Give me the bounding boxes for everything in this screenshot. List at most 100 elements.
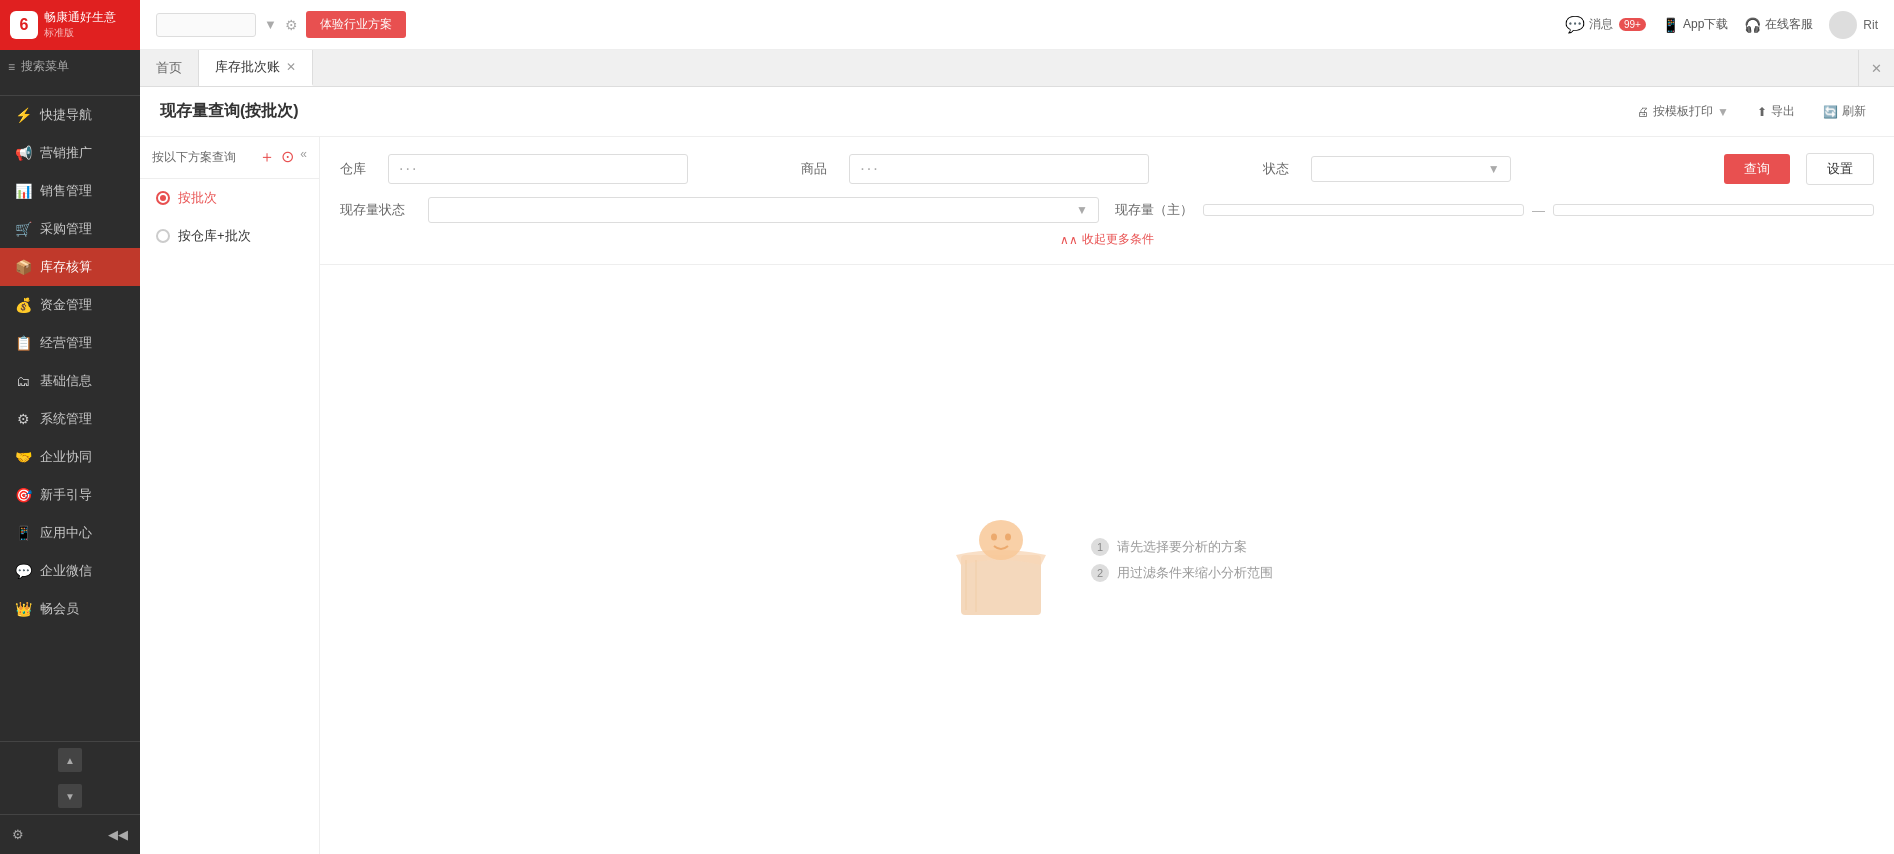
tab-inventory-batch-label: 库存批次账 [215, 58, 280, 76]
inventory-amount-from[interactable] [1203, 204, 1524, 216]
search-row-1: 仓库 ··· 商品 ··· 状态 ▼ [340, 153, 1874, 185]
print-template-button[interactable]: 🖨 按模板打印 ▼ [1629, 99, 1737, 124]
messages-button[interactable]: 💬 消息 99+ [1565, 15, 1646, 34]
sidebar-item-inventory[interactable]: 📦 库存核算 [0, 248, 140, 286]
chevron-down-icon-2: ▼ [1076, 203, 1088, 217]
collapse-conditions-button[interactable]: ∧∧ 收起更多条件 [340, 223, 1874, 248]
sidebar-search-area[interactable]: ≡ 搜索菜单 [0, 50, 140, 96]
search-menu-icon: ≡ [8, 60, 15, 74]
inventory-status-field: 现存量状态 ▼ [340, 197, 1099, 223]
svg-point-2 [991, 533, 997, 540]
sidebar-item-basic[interactable]: 🗂 基础信息 [0, 362, 140, 400]
inventory-amount-to[interactable] [1553, 204, 1874, 216]
settings-scheme-icon[interactable]: ⊙ [281, 147, 294, 168]
query-button[interactable]: 查询 [1724, 154, 1790, 184]
print-template-label: 按模板打印 [1653, 103, 1713, 120]
headset-icon: 🎧 [1744, 17, 1761, 33]
online-service-button[interactable]: 🎧 在线客服 [1744, 16, 1813, 33]
messages-label: 消息 [1589, 16, 1613, 33]
user-profile-button[interactable]: Rit [1829, 11, 1878, 39]
search-area: 仓库 ··· 商品 ··· 状态 ▼ [320, 137, 1894, 265]
scroll-up-btn[interactable]: ▲ [58, 748, 82, 772]
sidebar-item-label: 销售管理 [40, 182, 92, 200]
refresh-button[interactable]: 🔄 刷新 [1815, 99, 1874, 124]
print-dropdown-icon[interactable]: ▼ [1717, 105, 1729, 119]
sidebar-item-business[interactable]: 📋 经营管理 [0, 324, 140, 362]
content-area: 按以下方案查询 ＋ ⊙ « 按批次 按仓库+批次 [140, 137, 1894, 854]
tabs-bar: 首页 库存批次账 ✕ ✕ [140, 50, 1894, 87]
sidebar-item-wechat[interactable]: 💬 企业微信 [0, 552, 140, 590]
sidebar-header: 6 畅康通好生意 标准版 [0, 0, 140, 50]
sidebar-item-finance[interactable]: 💰 资金管理 [0, 286, 140, 324]
sidebar-item-collab[interactable]: 🤝 企业协同 [0, 438, 140, 476]
refresh-icon: 🔄 [1823, 105, 1838, 119]
sidebar-item-system[interactable]: ⚙ 系统管理 [0, 400, 140, 438]
empty-state: 1 请先选择要分析的方案 2 用过滤条件来缩小分析范围 [320, 265, 1894, 854]
warehouse-label: 仓库 [340, 160, 380, 178]
warehouse-input[interactable]: ··· [388, 154, 688, 184]
guide-icon: 🎯 [14, 486, 32, 504]
online-service-label: 在线客服 [1765, 16, 1813, 33]
member-icon: 👑 [14, 600, 32, 618]
header-actions: 🖨 按模板打印 ▼ ⬆ 导出 🔄 刷新 [1629, 99, 1874, 124]
tab-inventory-batch[interactable]: 库存批次账 ✕ [199, 50, 313, 86]
warehouse-dots: ··· [399, 160, 418, 178]
page-title: 现存量查询(按批次) [160, 101, 299, 122]
hint-item-2: 2 用过滤条件来缩小分析范围 [1091, 564, 1273, 582]
add-scheme-icon[interactable]: ＋ [259, 147, 275, 168]
filter-panel: 按以下方案查询 ＋ ⊙ « 按批次 按仓库+批次 [140, 137, 320, 854]
svg-point-1 [979, 520, 1023, 560]
settings-icon[interactable]: ⚙ [8, 823, 28, 846]
system-icon: ⚙ [14, 410, 32, 428]
range-dash: — [1532, 203, 1545, 218]
filter-item-batch[interactable]: 按批次 [140, 179, 319, 217]
sidebar-item-label: 系统管理 [40, 410, 92, 428]
inventory-status-select[interactable]: ▼ [428, 197, 1099, 223]
sidebar-item-guide[interactable]: 🎯 新手引导 [0, 476, 140, 514]
hint-num-2: 2 [1091, 564, 1109, 582]
settings-button[interactable]: 设置 [1806, 153, 1874, 185]
tab-home-label: 首页 [156, 59, 182, 77]
sidebar-item-label: 采购管理 [40, 220, 92, 238]
export-button[interactable]: ⬆ 导出 [1749, 99, 1803, 124]
warehouse-field: 仓库 ··· [340, 154, 785, 184]
empty-svg [941, 510, 1061, 620]
sidebar-item-quick-nav[interactable]: ⚡ 快捷导航 [0, 96, 140, 134]
product-label: 商品 [801, 160, 841, 178]
hint-text-2: 用过滤条件来缩小分析范围 [1117, 564, 1273, 582]
sidebar-item-purchase[interactable]: 🛒 采购管理 [0, 210, 140, 248]
sidebar-item-sales[interactable]: 📊 销售管理 [0, 172, 140, 210]
filter-item-warehouse-batch[interactable]: 按仓库+批次 [140, 217, 319, 255]
user-name: Rit [1863, 18, 1878, 32]
apps-icon: 📱 [14, 524, 32, 542]
sidebar-item-apps[interactable]: 📱 应用中心 [0, 514, 140, 552]
tab-home[interactable]: 首页 [140, 50, 199, 86]
sidebar-item-label: 应用中心 [40, 524, 92, 542]
sidebar-collapse-icon[interactable]: ◀◀ [104, 823, 132, 846]
sidebar-item-member[interactable]: 👑 畅会员 [0, 590, 140, 628]
topbar-dropdown-icon[interactable]: ▼ [264, 17, 277, 32]
hint-text-1: 请先选择要分析的方案 [1117, 538, 1247, 556]
app-download-button[interactable]: 📱 App下载 [1662, 16, 1728, 33]
sidebar-item-marketing[interactable]: 📢 营销推广 [0, 134, 140, 172]
try-industry-button[interactable]: 体验行业方案 [306, 11, 406, 38]
search-menu-label[interactable]: 搜索菜单 [21, 58, 69, 75]
wechat-icon: 💬 [14, 562, 32, 580]
main-area: ▼ ⚙ 体验行业方案 💬 消息 99+ 📱 App下载 🎧 在线客服 Rit [140, 0, 1894, 854]
refresh-label: 刷新 [1842, 103, 1866, 120]
page-header: 现存量查询(按批次) 🖨 按模板打印 ▼ ⬆ 导出 🔄 刷新 [140, 87, 1894, 137]
quick-nav-icon: ⚡ [14, 106, 32, 124]
app-name: 畅康通好生意 [44, 10, 116, 26]
inventory-icon: 📦 [14, 258, 32, 276]
tab-close-icon[interactable]: ✕ [286, 60, 296, 74]
status-select[interactable]: ▼ [1311, 156, 1511, 182]
product-input[interactable]: ··· [849, 154, 1149, 184]
topbar-settings-icon[interactable]: ⚙ [285, 17, 298, 33]
app-info: 畅康通好生意 标准版 [44, 10, 116, 40]
collapse-panel-icon[interactable]: « [300, 147, 307, 168]
filter-item-warehouse-batch-label: 按仓库+批次 [178, 227, 251, 245]
close-all-button[interactable]: ✕ [1858, 50, 1894, 86]
topbar-search-input[interactable] [156, 13, 256, 37]
main-panel: 仓库 ··· 商品 ··· 状态 ▼ [320, 137, 1894, 854]
scroll-down-btn[interactable]: ▼ [58, 784, 82, 808]
